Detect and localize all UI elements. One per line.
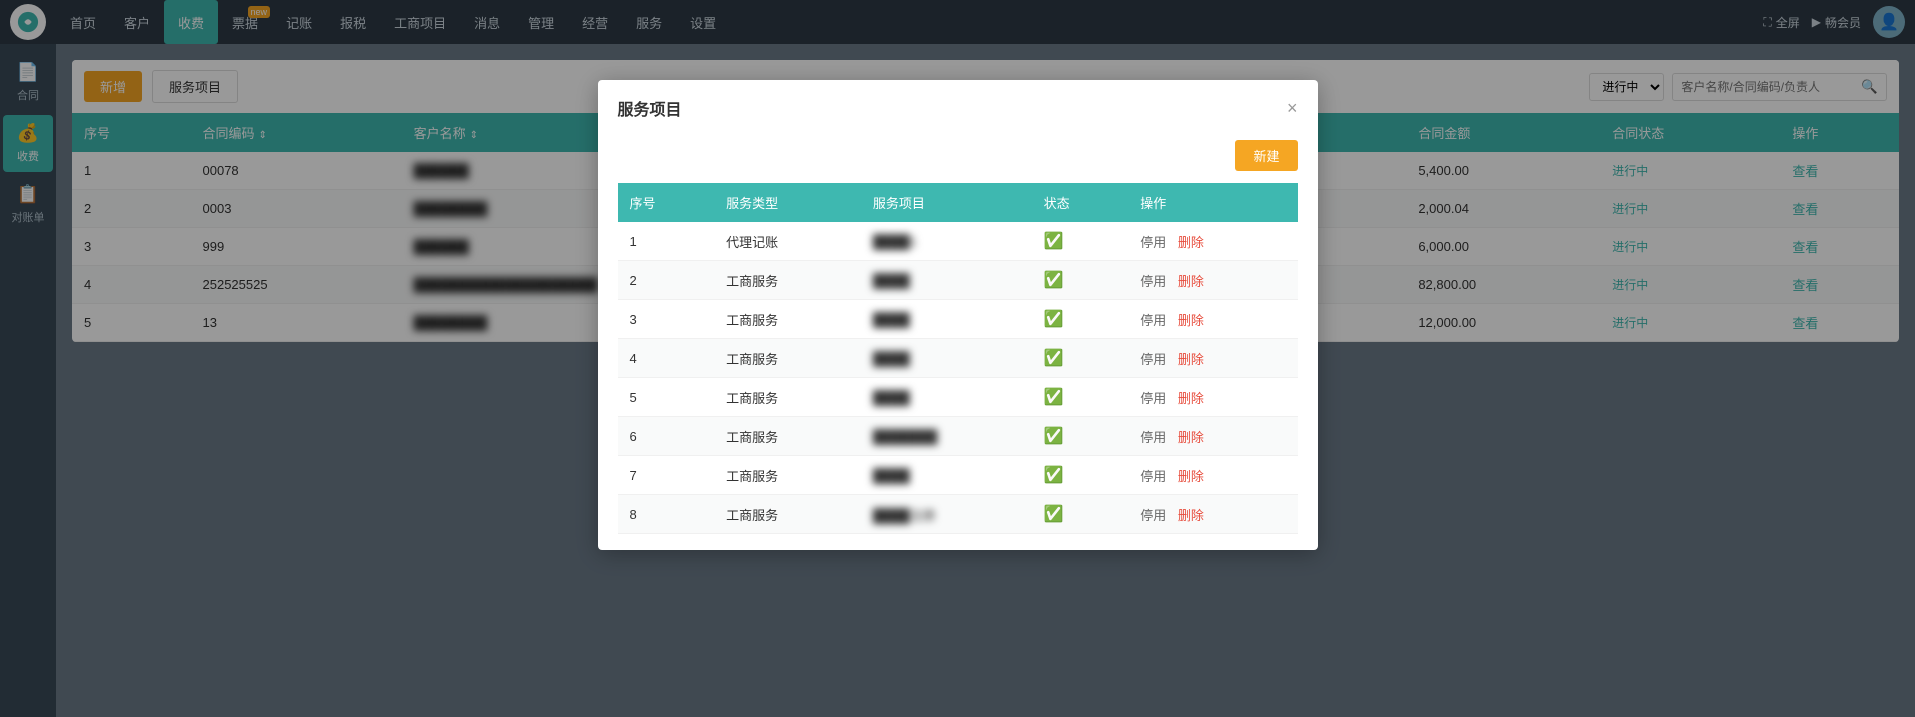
modal-table: 序号 服务类型 服务项目 状态 操作 1 代理记账 ████1 ✅ 停用 删除 … xyxy=(618,183,1298,534)
modal-cell-status: ✅ xyxy=(1032,261,1129,300)
delete-button[interactable]: 删除 xyxy=(1178,508,1204,523)
modal-cell-action[interactable]: 停用 删除 xyxy=(1128,495,1297,534)
modal-table-row: 3 工商服务 ████ ✅ 停用 删除 xyxy=(618,300,1298,339)
modal-cell-action[interactable]: 停用 删除 xyxy=(1128,300,1297,339)
modal-cell-action[interactable]: 停用 删除 xyxy=(1128,261,1297,300)
status-check-icon: ✅ xyxy=(1044,233,1064,250)
modal-cell-seq: 1 xyxy=(618,222,715,261)
modal-cell-status: ✅ xyxy=(1032,300,1129,339)
status-check-icon: ✅ xyxy=(1044,428,1064,445)
modal-table-row: 7 工商服务 ████ ✅ 停用 删除 xyxy=(618,456,1298,495)
modal-overlay[interactable]: 服务项目 × 新建 序号 服务类型 服务项目 状态 操作 xyxy=(0,0,1915,717)
modal-cell-item: ████ xyxy=(861,456,1032,495)
modal-cell-type: 代理记账 xyxy=(714,222,861,261)
stop-button[interactable]: 停用 xyxy=(1140,274,1166,289)
modal-cell-type: 工商服务 xyxy=(714,456,861,495)
modal-cell-item: ████ xyxy=(861,378,1032,417)
delete-button[interactable]: 删除 xyxy=(1178,235,1204,250)
modal-cell-status: ✅ xyxy=(1032,378,1129,417)
stop-button[interactable]: 停用 xyxy=(1140,313,1166,328)
modal-header: 服务项目 × xyxy=(598,80,1318,132)
modal-col-type: 服务类型 xyxy=(714,183,861,222)
status-check-icon: ✅ xyxy=(1044,506,1064,523)
modal-col-status: 状态 xyxy=(1032,183,1129,222)
modal-cell-item: ████ xyxy=(861,261,1032,300)
modal-cell-status: ✅ xyxy=(1032,339,1129,378)
modal-cell-item: ███████ xyxy=(861,417,1032,456)
stop-button[interactable]: 停用 xyxy=(1140,391,1166,406)
modal-body: 新建 序号 服务类型 服务项目 状态 操作 1 代理记账 ████1 ✅ xyxy=(598,132,1318,550)
stop-button[interactable]: 停用 xyxy=(1140,430,1166,445)
modal-cell-seq: 6 xyxy=(618,417,715,456)
modal-cell-type: 工商服务 xyxy=(714,300,861,339)
modal-cell-action[interactable]: 停用 删除 xyxy=(1128,456,1297,495)
modal-cell-status: ✅ xyxy=(1032,495,1129,534)
modal-table-row: 4 工商服务 ████ ✅ 停用 删除 xyxy=(618,339,1298,378)
modal-cell-type: 工商服务 xyxy=(714,495,861,534)
status-check-icon: ✅ xyxy=(1044,350,1064,367)
stop-button[interactable]: 停用 xyxy=(1140,508,1166,523)
modal-cell-status: ✅ xyxy=(1032,417,1129,456)
stop-button[interactable]: 停用 xyxy=(1140,469,1166,484)
modal-cell-action[interactable]: 停用 删除 xyxy=(1128,339,1297,378)
modal-cell-seq: 7 xyxy=(618,456,715,495)
service-item-modal: 服务项目 × 新建 序号 服务类型 服务项目 状态 操作 xyxy=(598,80,1318,550)
delete-button[interactable]: 删除 xyxy=(1178,274,1204,289)
delete-button[interactable]: 删除 xyxy=(1178,469,1204,484)
modal-table-row: 2 工商服务 ████ ✅ 停用 删除 xyxy=(618,261,1298,300)
modal-cell-action[interactable]: 停用 删除 xyxy=(1128,222,1297,261)
modal-cell-status: ✅ xyxy=(1032,222,1129,261)
modal-title: 服务项目 xyxy=(618,96,682,120)
modal-cell-seq: 2 xyxy=(618,261,715,300)
delete-button[interactable]: 删除 xyxy=(1178,352,1204,367)
modal-cell-item: ████ xyxy=(861,300,1032,339)
stop-button[interactable]: 停用 xyxy=(1140,235,1166,250)
delete-button[interactable]: 删除 xyxy=(1178,430,1204,445)
stop-button[interactable]: 停用 xyxy=(1140,352,1166,367)
modal-col-item: 服务项目 xyxy=(861,183,1032,222)
status-check-icon: ✅ xyxy=(1044,272,1064,289)
modal-cell-seq: 3 xyxy=(618,300,715,339)
modal-cell-type: 工商服务 xyxy=(714,417,861,456)
modal-toolbar: 新建 xyxy=(618,132,1298,183)
modal-col-action: 操作 xyxy=(1128,183,1297,222)
status-check-icon: ✅ xyxy=(1044,311,1064,328)
modal-cell-item: ████ xyxy=(861,339,1032,378)
modal-table-row: 5 工商服务 ████ ✅ 停用 删除 xyxy=(618,378,1298,417)
modal-cell-action[interactable]: 停用 删除 xyxy=(1128,417,1297,456)
status-check-icon: ✅ xyxy=(1044,467,1064,484)
modal-cell-type: 工商服务 xyxy=(714,339,861,378)
delete-button[interactable]: 删除 xyxy=(1178,313,1204,328)
modal-cell-seq: 8 xyxy=(618,495,715,534)
modal-cell-seq: 5 xyxy=(618,378,715,417)
modal-col-seq: 序号 xyxy=(618,183,715,222)
modal-close-button[interactable]: × xyxy=(1287,98,1298,119)
modal-cell-action[interactable]: 停用 删除 xyxy=(1128,378,1297,417)
delete-button[interactable]: 删除 xyxy=(1178,391,1204,406)
modal-cell-type: 工商服务 xyxy=(714,378,861,417)
modal-table-row: 8 工商服务 ████注册 ✅ 停用 删除 xyxy=(618,495,1298,534)
modal-table-row: 6 工商服务 ███████ ✅ 停用 删除 xyxy=(618,417,1298,456)
modal-cell-item: ████注册 xyxy=(861,495,1032,534)
modal-cell-type: 工商服务 xyxy=(714,261,861,300)
modal-cell-status: ✅ xyxy=(1032,456,1129,495)
modal-table-row: 1 代理记账 ████1 ✅ 停用 删除 xyxy=(618,222,1298,261)
status-check-icon: ✅ xyxy=(1044,389,1064,406)
modal-cell-item: ████1 xyxy=(861,222,1032,261)
modal-new-button[interactable]: 新建 xyxy=(1235,140,1297,171)
modal-cell-seq: 4 xyxy=(618,339,715,378)
